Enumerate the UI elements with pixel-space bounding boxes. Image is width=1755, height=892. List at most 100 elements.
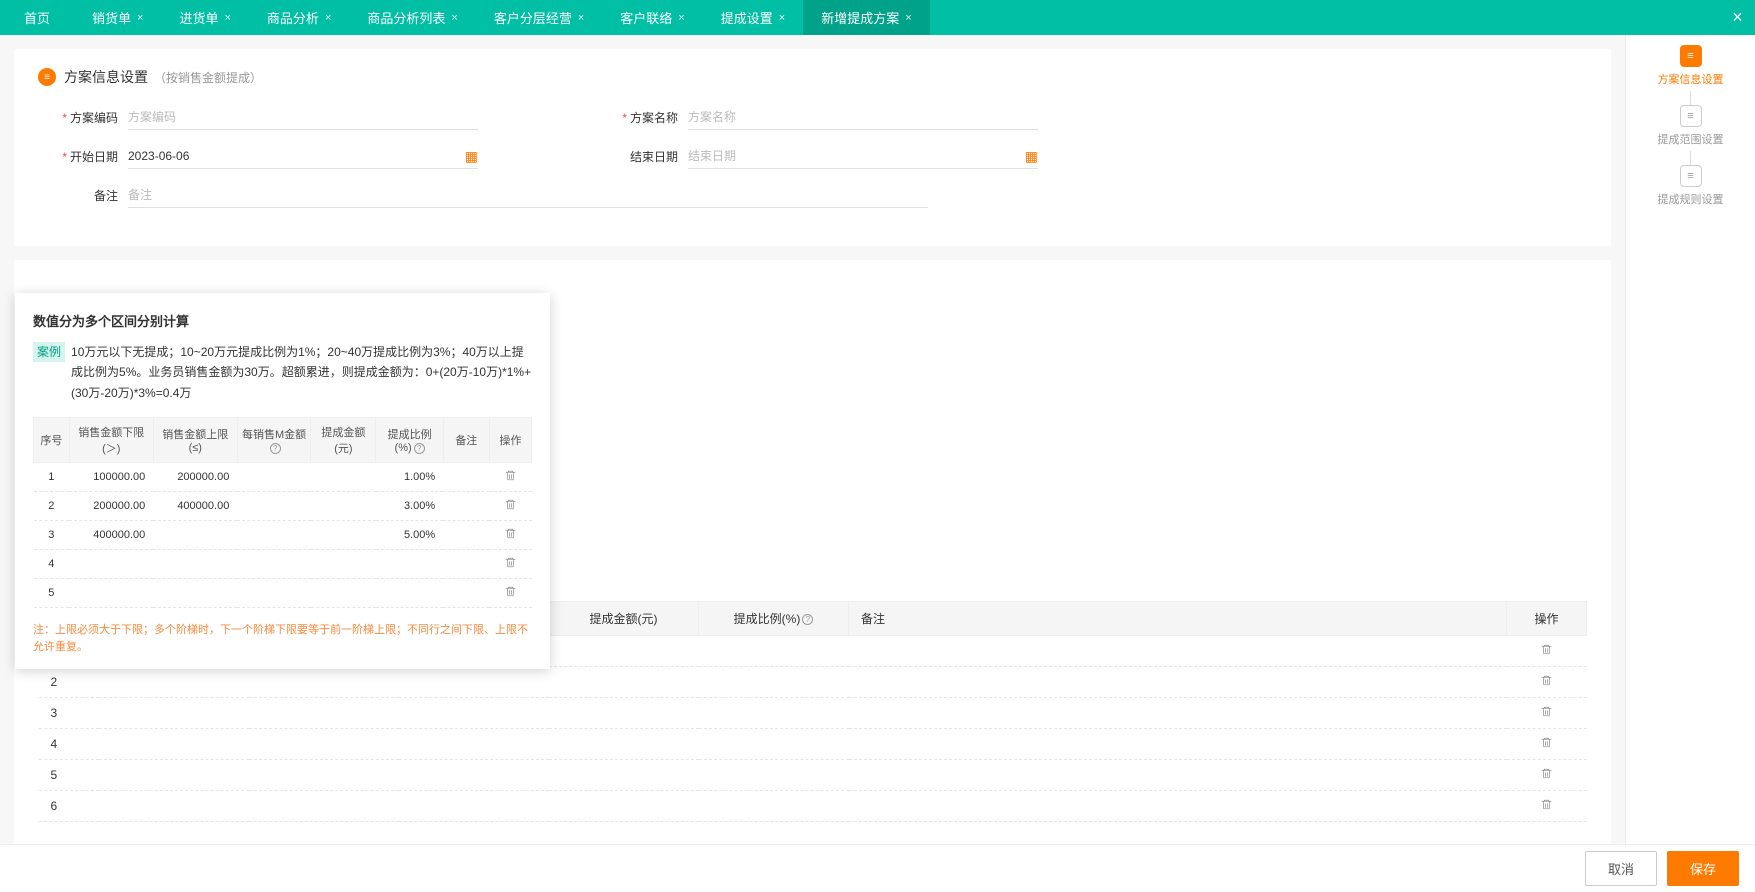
delete-icon[interactable] bbox=[1540, 706, 1553, 721]
cell-remark[interactable] bbox=[443, 550, 489, 579]
tab-commission-settings[interactable]: 提成设置× bbox=[703, 0, 803, 35]
calendar-icon[interactable]: ▦ bbox=[465, 148, 478, 165]
cell-lower[interactable]: 200000.00 bbox=[69, 492, 153, 521]
cell-amount[interactable] bbox=[549, 729, 699, 760]
tab-home[interactable]: 首页 bbox=[0, 0, 74, 35]
help-icon[interactable]: ? bbox=[802, 614, 813, 625]
cell-ratio[interactable] bbox=[699, 729, 849, 760]
cell-upper[interactable] bbox=[153, 521, 237, 550]
cell-per-m[interactable] bbox=[237, 579, 311, 608]
cell-ratio[interactable]: 5.00% bbox=[376, 521, 443, 550]
delete-icon[interactable] bbox=[1540, 737, 1553, 752]
close-icon[interactable]: × bbox=[224, 12, 230, 24]
cancel-button[interactable]: 取消 bbox=[1585, 851, 1657, 886]
cell-remark[interactable] bbox=[849, 667, 1507, 698]
cell-upper[interactable] bbox=[153, 579, 237, 608]
cell-amount[interactable] bbox=[311, 550, 376, 579]
cell-per-m[interactable] bbox=[237, 463, 311, 492]
cell-remark[interactable] bbox=[849, 729, 1507, 760]
nav-step-info[interactable]: ≡ 方案信息设置 bbox=[1658, 45, 1724, 87]
delete-icon[interactable] bbox=[504, 473, 517, 485]
cell-upper[interactable] bbox=[153, 550, 237, 579]
close-icon[interactable]: × bbox=[451, 12, 457, 24]
cell-remark[interactable] bbox=[443, 463, 489, 492]
remark-input[interactable] bbox=[128, 183, 928, 207]
cell-upper[interactable]: 200000.00 bbox=[153, 463, 237, 492]
delete-icon[interactable] bbox=[504, 531, 517, 543]
cell-ratio[interactable]: 3.00% bbox=[376, 492, 443, 521]
delete-icon[interactable] bbox=[504, 502, 517, 514]
close-icon[interactable]: × bbox=[905, 12, 911, 24]
cell-amount[interactable] bbox=[549, 791, 699, 822]
cell-lower[interactable] bbox=[99, 698, 249, 729]
cell-upper[interactable] bbox=[249, 698, 399, 729]
cell-lower[interactable]: 400000.00 bbox=[69, 521, 153, 550]
cell-ratio[interactable] bbox=[699, 791, 849, 822]
cell-remark[interactable] bbox=[443, 521, 489, 550]
cell-upper[interactable] bbox=[249, 729, 399, 760]
delete-icon[interactable] bbox=[1540, 768, 1553, 783]
cell-ratio[interactable] bbox=[699, 636, 849, 667]
cell-per-m[interactable] bbox=[399, 760, 549, 791]
cell-per-m[interactable] bbox=[399, 729, 549, 760]
cell-remark[interactable] bbox=[849, 791, 1507, 822]
cell-lower[interactable] bbox=[99, 760, 249, 791]
close-icon[interactable]: × bbox=[137, 12, 143, 24]
cell-lower[interactable] bbox=[69, 550, 153, 579]
plan-name-input[interactable] bbox=[688, 105, 1038, 129]
nav-step-scope[interactable]: ≡ 提成范围设置 bbox=[1658, 105, 1724, 147]
cell-per-m[interactable] bbox=[399, 667, 549, 698]
cell-per-m[interactable] bbox=[237, 492, 311, 521]
nav-step-rule[interactable]: ≡ 提成规则设置 bbox=[1658, 165, 1724, 207]
cell-upper[interactable] bbox=[249, 791, 399, 822]
tab-purchase-order[interactable]: 进货单× bbox=[161, 0, 248, 35]
delete-icon[interactable] bbox=[1540, 799, 1553, 814]
tab-sales-order[interactable]: 销货单× bbox=[74, 0, 161, 35]
cell-remark[interactable] bbox=[443, 492, 489, 521]
tab-goods-analysis-list[interactable]: 商品分析列表× bbox=[349, 0, 475, 35]
cell-per-m[interactable] bbox=[237, 521, 311, 550]
cell-remark[interactable] bbox=[443, 579, 489, 608]
cell-remark[interactable] bbox=[849, 636, 1507, 667]
cell-amount[interactable] bbox=[549, 760, 699, 791]
cell-amount[interactable] bbox=[549, 636, 699, 667]
cell-ratio[interactable] bbox=[699, 667, 849, 698]
cell-remark[interactable] bbox=[849, 760, 1507, 791]
cell-amount[interactable] bbox=[311, 492, 376, 521]
start-date-input[interactable] bbox=[128, 144, 478, 168]
delete-icon[interactable] bbox=[1540, 675, 1553, 690]
delete-icon[interactable] bbox=[504, 589, 517, 601]
cell-per-m[interactable] bbox=[399, 791, 549, 822]
tab-new-commission-plan[interactable]: 新增提成方案× bbox=[803, 0, 929, 35]
cell-ratio[interactable] bbox=[699, 698, 849, 729]
cell-per-m[interactable] bbox=[237, 550, 311, 579]
cell-amount[interactable] bbox=[549, 667, 699, 698]
close-icon[interactable]: × bbox=[678, 12, 684, 24]
cell-lower[interactable]: 100000.00 bbox=[69, 463, 153, 492]
tab-customer-contact[interactable]: 客户联络× bbox=[602, 0, 702, 35]
end-date-input[interactable] bbox=[688, 144, 1038, 168]
delete-icon[interactable] bbox=[1540, 644, 1553, 659]
tab-goods-analysis[interactable]: 商品分析× bbox=[249, 0, 349, 35]
tab-customer-tier[interactable]: 客户分层经营× bbox=[476, 0, 602, 35]
cell-upper[interactable]: 400000.00 bbox=[153, 492, 237, 521]
cell-amount[interactable] bbox=[311, 579, 376, 608]
cell-lower[interactable] bbox=[99, 667, 249, 698]
cell-ratio[interactable] bbox=[376, 550, 443, 579]
close-all-tabs-button[interactable]: × bbox=[1720, 0, 1755, 35]
plan-code-input[interactable] bbox=[128, 105, 478, 129]
cell-ratio[interactable] bbox=[699, 760, 849, 791]
cell-ratio[interactable] bbox=[376, 579, 443, 608]
close-icon[interactable]: × bbox=[779, 12, 785, 24]
close-icon[interactable]: × bbox=[578, 12, 584, 24]
cell-upper[interactable] bbox=[249, 760, 399, 791]
cell-lower[interactable] bbox=[69, 579, 153, 608]
delete-icon[interactable] bbox=[504, 560, 517, 572]
cell-ratio[interactable]: 1.00% bbox=[376, 463, 443, 492]
cell-amount[interactable] bbox=[311, 521, 376, 550]
cell-remark[interactable] bbox=[849, 698, 1507, 729]
cell-amount[interactable] bbox=[311, 463, 376, 492]
cell-lower[interactable] bbox=[99, 729, 249, 760]
close-icon[interactable]: × bbox=[325, 12, 331, 24]
cell-lower[interactable] bbox=[99, 791, 249, 822]
